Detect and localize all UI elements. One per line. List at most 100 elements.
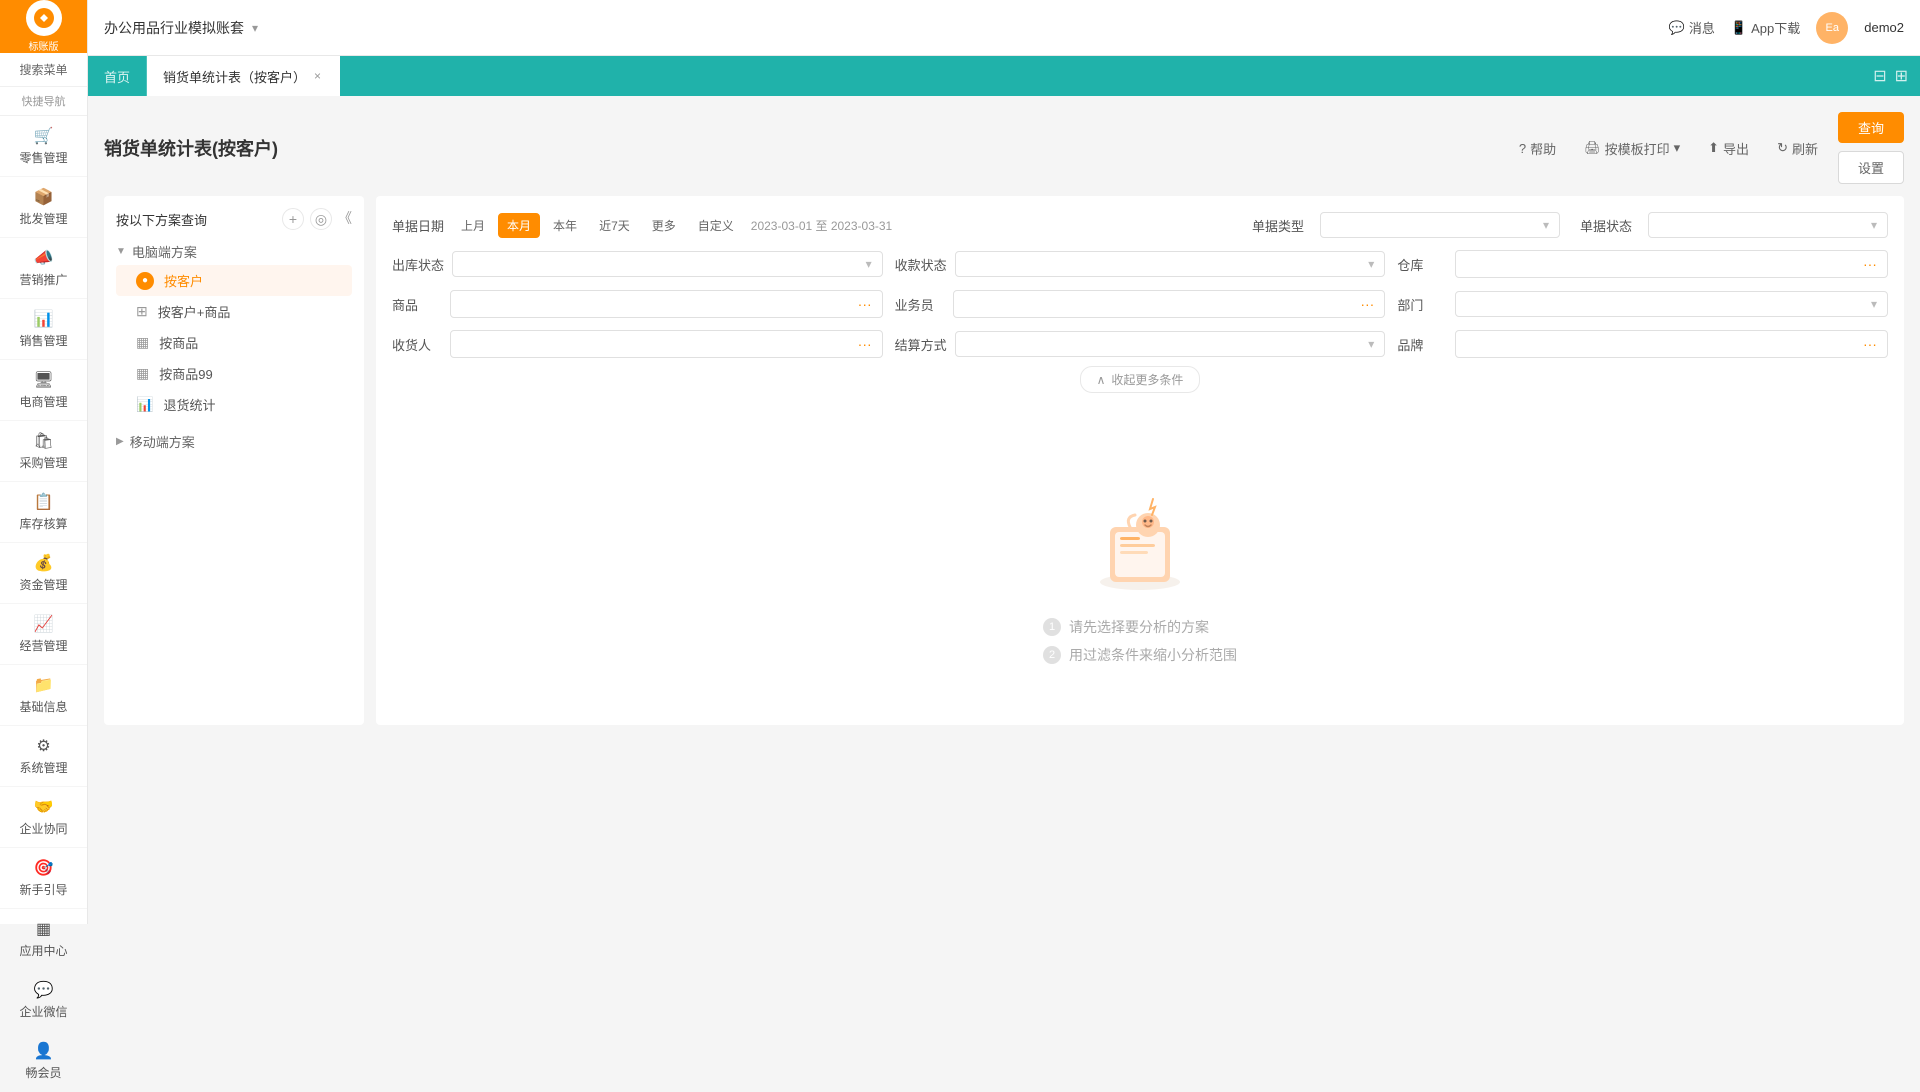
date-more-btn[interactable]: 更多	[643, 213, 685, 238]
help-label: 帮助	[1530, 139, 1556, 158]
quick-nav-item[interactable]: 快捷导航	[0, 87, 87, 116]
salesperson-input[interactable]: ···	[953, 290, 1386, 318]
receiver-input[interactable]: ···	[450, 330, 883, 358]
sidebar-item-marketing[interactable]: 📣 营销推广	[0, 238, 87, 299]
doc-status-input[interactable]: ▾	[1648, 212, 1888, 238]
doc-status-label: 单据状态	[1580, 216, 1632, 235]
scheme-item-by-product[interactable]: ▦ 按商品	[116, 327, 352, 358]
export-button[interactable]: ⬆ 导出	[1700, 135, 1757, 162]
warehouse-input[interactable]: ···	[1455, 250, 1888, 278]
right-area: 单据日期 上月 本月 本年 近7天 更多 自定义 2023-03-01 至 20…	[376, 196, 1904, 725]
date-selector: 上月 本月 本年 近7天 更多 自定义 2023-03-01 至 2023-03…	[452, 213, 892, 238]
scheme-item-label: 按商品	[159, 333, 198, 352]
message-label: 消息	[1689, 18, 1715, 37]
collapse-conditions-button[interactable]: ∧ 收起更多条件	[1080, 366, 1201, 393]
maximize-icon[interactable]: ⊞	[1895, 66, 1908, 86]
minimize-icon[interactable]: ⊟	[1873, 66, 1886, 86]
sidebar-item-guide[interactable]: 🎯 新手引导	[0, 848, 87, 909]
payment-input[interactable]: ▾	[955, 331, 1386, 357]
content-area: 销货单统计表(按客户) ? 帮助 🖨 按模板打印 ▾ ⬆ 导出 ↻ 刷新	[88, 96, 1920, 924]
date-last-month-btn[interactable]: 上月	[452, 213, 494, 238]
date-this-month-btn[interactable]: 本月	[498, 213, 540, 238]
tip-num-2: 2	[1043, 646, 1061, 664]
scheme-group-mobile: ▶ 移动端方案	[116, 428, 352, 455]
warehouse-dots-icon: ···	[1863, 256, 1877, 272]
logo-icon	[26, 0, 62, 36]
date-custom-btn[interactable]: 自定义	[689, 213, 743, 238]
scheme-item-return-stat[interactable]: 📊 退货统计	[116, 389, 352, 420]
collapse-label: 收起更多条件	[1111, 371, 1183, 388]
topbar-dropdown-icon[interactable]: ▾	[252, 21, 258, 35]
sidebar-item-purchase[interactable]: 🛍 采购管理	[0, 421, 87, 482]
query-button[interactable]: 查询	[1838, 112, 1904, 143]
print-button[interactable]: 🖨 按模板打印 ▾	[1576, 135, 1688, 162]
doc-type-input[interactable]: ▾	[1320, 212, 1560, 238]
doc-status-arrow-icon: ▾	[1871, 218, 1877, 232]
out-status-input[interactable]: ▾	[452, 251, 883, 277]
scheme-add-button[interactable]: +	[282, 208, 304, 230]
tab-sales-stat[interactable]: 销货单统计表（按客户） ×	[147, 56, 340, 96]
export-label: 导出	[1723, 139, 1749, 158]
sidebar-item-collab[interactable]: 🤝 企业协同	[0, 787, 87, 848]
scheme-group-mobile-title[interactable]: ▶ 移动端方案	[116, 428, 352, 455]
sidebar-item-ecommerce[interactable]: 🖥 电商管理	[0, 360, 87, 421]
empty-tips: 1 请先选择要分析的方案 2 用过滤条件来缩小分析范围	[1043, 617, 1237, 665]
search-menu-item[interactable]: 搜索菜单	[0, 53, 87, 87]
brand-input[interactable]: ···	[1455, 330, 1888, 358]
scheme-header: 按以下方案查询 + ◎ 《	[116, 208, 352, 230]
user-avatar[interactable]: Ea	[1816, 12, 1848, 44]
message-button[interactable]: 💬 消息	[1669, 18, 1715, 37]
empty-tip-1: 1 请先选择要分析的方案	[1043, 617, 1237, 637]
date-this-year-btn[interactable]: 本年	[544, 213, 586, 238]
brand-dots-icon: ···	[1863, 336, 1877, 352]
sidebar-item-retail[interactable]: 🛒 零售管理	[0, 116, 87, 177]
topbar: 办公用品行业模拟账套 ▾ 💬 消息 📱 App下载 Ea demo2	[88, 0, 1920, 56]
filter-receipt-status-item: 收款状态 ▾	[895, 250, 1386, 278]
filter-date-row: 单据日期 上月 本月 本年 近7天 更多 自定义 2023-03-01 至 20…	[392, 212, 1888, 238]
collapse-up-icon: ∧	[1097, 373, 1106, 387]
sidebar-item-label: 基础信息	[19, 698, 67, 715]
date-7days-btn[interactable]: 近7天	[590, 213, 639, 238]
tab-home[interactable]: 首页	[88, 56, 147, 96]
department-arrow-icon: ▾	[1871, 297, 1877, 311]
salesperson-dots-icon: ···	[1360, 296, 1374, 312]
sidebar-item-sales[interactable]: 📊 销售管理	[0, 299, 87, 360]
sidebar-item-label: 新手引导	[19, 881, 67, 898]
scheme-collapse-button[interactable]: 《	[338, 208, 352, 230]
sidebar-item-member[interactable]: 👤 畅会员	[0, 1031, 87, 1092]
receipt-status-input[interactable]: ▾	[955, 251, 1386, 277]
collapse-bar: ∧ 收起更多条件	[392, 366, 1888, 393]
sidebar-item-finance[interactable]: 💰 资金管理	[0, 543, 87, 604]
product-input[interactable]: ···	[450, 290, 883, 318]
scheme-item-by-customer[interactable]: ● 按客户	[116, 265, 352, 296]
help-button[interactable]: ? 帮助	[1511, 135, 1564, 162]
scheme-item-label: 按客户	[164, 271, 203, 290]
topbar-right: 💬 消息 📱 App下载 Ea demo2	[1669, 12, 1904, 44]
receipt-status-label: 收款状态	[895, 255, 947, 274]
scheme-settings-button[interactable]: ◎	[310, 208, 332, 230]
message-icon: 💬	[1669, 20, 1685, 36]
filter-panel: 单据日期 上月 本月 本年 近7天 更多 自定义 2023-03-01 至 20…	[376, 196, 1904, 417]
sidebar-item-wechat[interactable]: 💬 企业微信	[0, 970, 87, 1031]
settings-button[interactable]: 设置	[1838, 151, 1904, 184]
scheme-item-by-product99[interactable]: ▦ 按商品99	[116, 358, 352, 389]
refresh-button[interactable]: ↻ 刷新	[1769, 135, 1826, 162]
department-input[interactable]: ▾	[1455, 291, 1888, 317]
sidebar-item-label: 库存核算	[19, 515, 67, 532]
scheme-item-label: 按客户+商品	[158, 302, 231, 321]
sidebar-item-app-center[interactable]: ▦ 应用中心	[0, 909, 87, 970]
window-controls: ⊟ ⊞	[1861, 56, 1920, 96]
sidebar-item-label: 电商管理	[19, 393, 67, 410]
sidebar-item-operation[interactable]: 📈 经营管理	[0, 604, 87, 665]
filter-brand-item: 品牌 ···	[1397, 330, 1888, 358]
out-status-arrow-icon: ▾	[866, 257, 872, 271]
tab-close-icon[interactable]: ×	[312, 67, 323, 85]
sidebar-item-inventory[interactable]: 📋 库存核算	[0, 482, 87, 543]
scheme-group-desktop-title[interactable]: ▼ 电脑端方案	[116, 238, 352, 265]
sidebar-item-system[interactable]: ⚙ 系统管理	[0, 726, 87, 787]
scheme-item-by-customer-product[interactable]: ⊞ 按客户+商品	[116, 296, 352, 327]
app-download-button[interactable]: 📱 App下载	[1731, 18, 1800, 37]
sidebar-item-wholesale[interactable]: 📦 批发管理	[0, 177, 87, 238]
sidebar-item-basic-info[interactable]: 📁 基础信息	[0, 665, 87, 726]
help-icon: ?	[1519, 141, 1526, 156]
